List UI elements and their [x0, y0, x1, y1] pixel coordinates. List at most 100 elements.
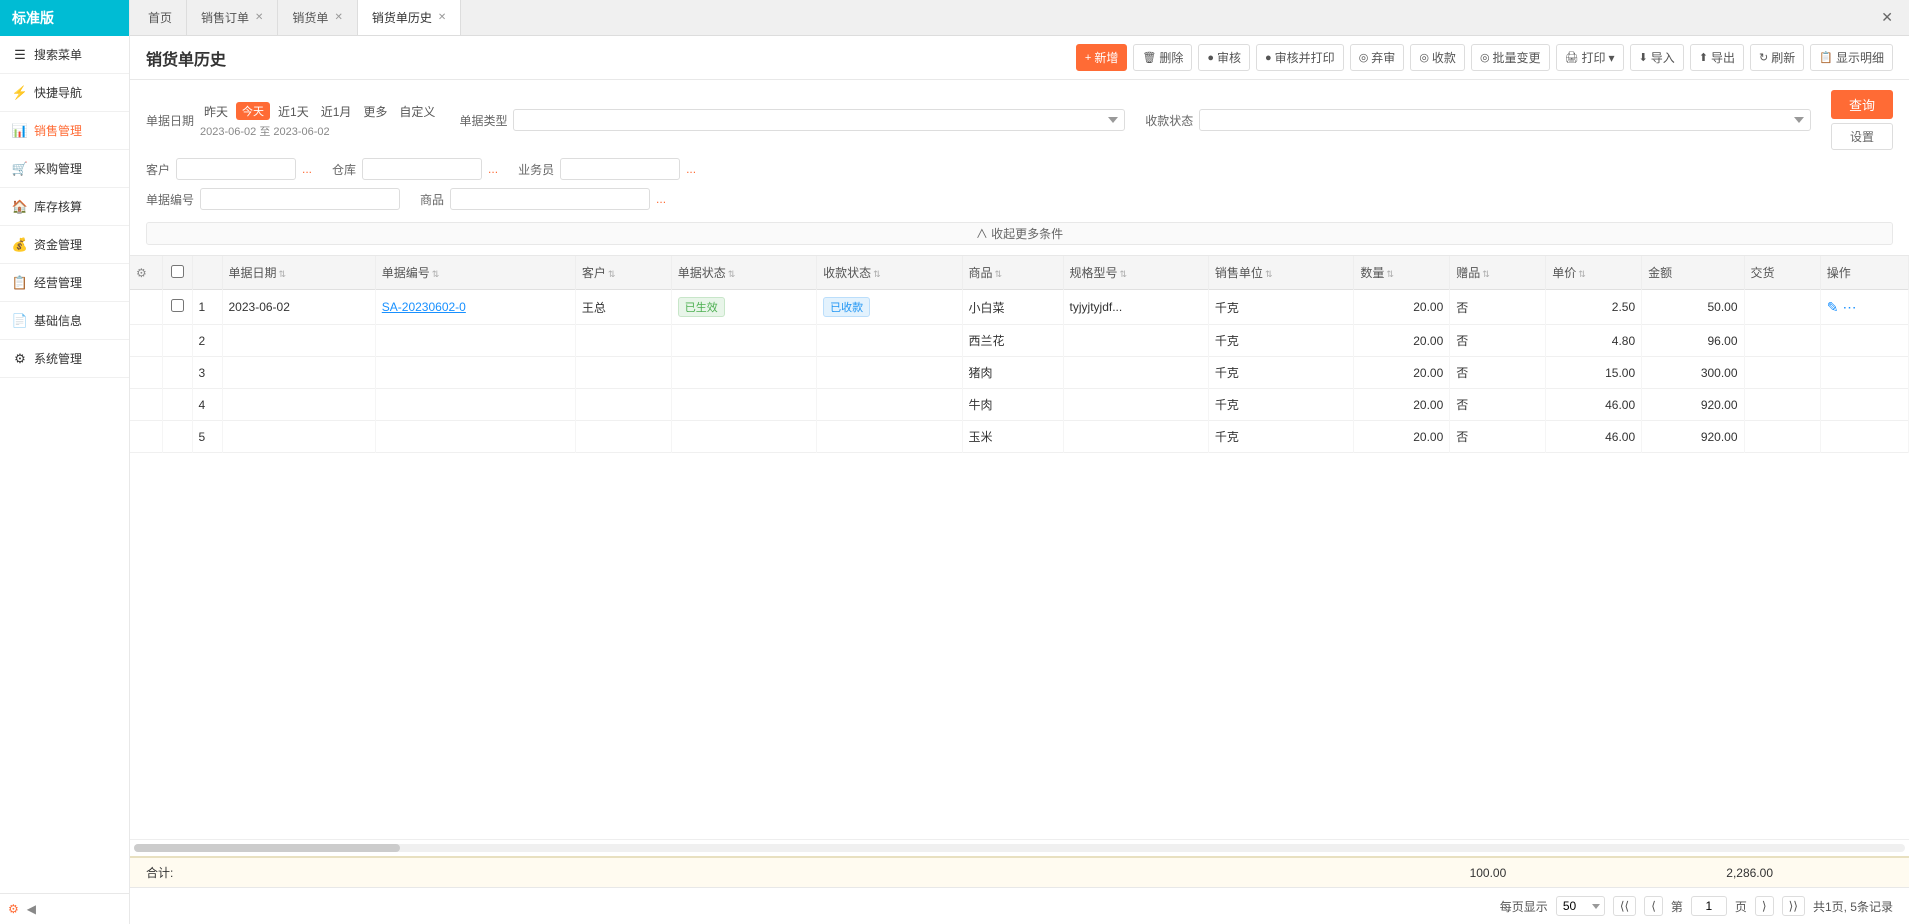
goods-picker-btn[interactable]: ...: [656, 192, 666, 206]
sidebar-settings-icon[interactable]: ⚙: [8, 902, 19, 916]
print-button[interactable]: 🖨 打印 ▾: [1556, 44, 1624, 71]
customer-picker-btn[interactable]: ...: [302, 162, 312, 176]
doc-no-link[interactable]: SA-20230602-0: [382, 300, 466, 314]
page-size-label: 每页显示: [1500, 898, 1548, 915]
col-transaction: 交货: [1744, 256, 1820, 290]
collect-button[interactable]: ◎ 收款: [1410, 44, 1465, 71]
tab-sales-order-close[interactable]: ✕: [255, 12, 263, 23]
refresh-button[interactable]: ↻ 刷新: [1750, 44, 1804, 71]
sidebar-item-search-menu[interactable]: ☰ 搜索菜单: [0, 36, 129, 74]
select-all-checkbox[interactable]: [171, 265, 184, 278]
add-button[interactable]: + 新增: [1076, 44, 1127, 71]
col-goods: 商品⇅: [962, 256, 1063, 290]
show-detail-button[interactable]: 📋 显示明细: [1810, 44, 1893, 71]
finance-icon: 💰: [12, 237, 28, 253]
goods-input[interactable]: [450, 188, 650, 210]
cell-unit: 千克: [1208, 290, 1353, 325]
tab-sales-goods[interactable]: 销货单 ✕: [278, 0, 357, 35]
tab-sales-goods-close[interactable]: ✕: [334, 12, 342, 23]
tab-home[interactable]: 首页: [134, 0, 187, 35]
cell-spec: tyjyjtyjdf...: [1063, 290, 1208, 325]
payment-status-badge: 已收款: [823, 297, 870, 317]
sidebar-item-quick-nav[interactable]: ⚡ 快捷导航: [0, 74, 129, 112]
date-label: 单据日期: [146, 112, 194, 129]
date-yesterday-btn[interactable]: 昨天: [200, 102, 232, 121]
sort-spec-icon[interactable]: ⇅: [1120, 269, 1128, 279]
export-button[interactable]: ⬆ 导出: [1690, 44, 1744, 71]
sidebar-item-operations[interactable]: 📋 经营管理: [0, 264, 129, 302]
sort-doc-status-icon[interactable]: ⇅: [728, 269, 736, 279]
page-size-select[interactable]: 50 20 100: [1556, 896, 1605, 916]
window-close-btn[interactable]: ✕: [1869, 9, 1905, 26]
date-today-btn[interactable]: 今天: [236, 102, 270, 120]
cell-gift: 否: [1450, 290, 1546, 325]
horizontal-scrollbar[interactable]: [130, 839, 1909, 856]
salesperson-picker-btn[interactable]: ...: [686, 162, 696, 176]
cell-unit: 千克: [1208, 325, 1353, 357]
payment-status-select[interactable]: [1199, 109, 1811, 131]
collapse-button[interactable]: ∧ 收起更多条件: [146, 222, 1893, 245]
cell-price: 2.50: [1546, 290, 1642, 325]
page-next-btn[interactable]: ⟩: [1755, 896, 1774, 916]
query-button[interactable]: 查询: [1831, 90, 1893, 119]
column-settings-icon[interactable]: ⚙: [136, 266, 147, 280]
set-button[interactable]: 设置: [1831, 123, 1893, 150]
date-week-btn[interactable]: 近1天: [274, 102, 313, 121]
tab-sales-history[interactable]: 销货单历史 ✕: [358, 0, 461, 35]
page-prev-btn[interactable]: ⟨: [1644, 896, 1663, 916]
tab-sales-history-close[interactable]: ✕: [438, 12, 446, 23]
sort-qty-icon[interactable]: ⇅: [1386, 269, 1394, 279]
audit-print-button[interactable]: ● 审核并打印: [1256, 44, 1344, 71]
sidebar-item-label: 搜索菜单: [34, 46, 82, 63]
sort-doc-no-icon[interactable]: ⇅: [432, 269, 440, 279]
row-more-btn[interactable]: ⋯: [1843, 299, 1857, 315]
sort-unit-icon[interactable]: ⇅: [1265, 269, 1273, 279]
import-button[interactable]: ⬇ 导入: [1630, 44, 1684, 71]
sort-doc-date-icon[interactable]: ⇅: [279, 269, 287, 279]
date-custom-btn[interactable]: 自定义: [395, 102, 439, 121]
sidebar-item-sys-mgmt[interactable]: ⚙ 系统管理: [0, 340, 129, 378]
cell-row-no: 3: [192, 357, 222, 389]
row-checkbox[interactable]: [171, 299, 184, 312]
sidebar-item-label: 系统管理: [34, 350, 82, 367]
sidebar-item-basic-info[interactable]: 📄 基础信息: [0, 302, 129, 340]
customer-input[interactable]: [176, 158, 296, 180]
sidebar-collapse-icon[interactable]: ◀: [27, 902, 36, 916]
page-last-btn[interactable]: ⟩⟩: [1782, 896, 1805, 916]
sidebar-item-inventory[interactable]: 🏠 库存核算: [0, 188, 129, 226]
tab-sales-order[interactable]: 销售订单 ✕: [187, 0, 278, 35]
date-more-btn[interactable]: 更多: [359, 102, 391, 121]
salesperson-filter: 业务员 ...: [518, 158, 696, 180]
warehouse-input[interactable]: [362, 158, 482, 180]
batch-change-icon: ◎: [1480, 51, 1490, 64]
doc-no-input[interactable]: [200, 188, 400, 210]
sort-payment-status-icon[interactable]: ⇅: [873, 269, 881, 279]
sidebar-item-sales-mgmt[interactable]: 📊 销售管理: [0, 112, 129, 150]
page-input[interactable]: [1691, 896, 1727, 916]
warehouse-picker-btn[interactable]: ...: [488, 162, 498, 176]
sort-goods-icon[interactable]: ⇅: [995, 269, 1003, 279]
page-first-btn[interactable]: ⟨⟨: [1613, 896, 1636, 916]
delete-button[interactable]: 🗑 删除: [1133, 44, 1192, 71]
tab-sales-history-label: 销货单历史: [372, 9, 432, 26]
table-section: ⚙ 单据日期⇅ 单据编号⇅ 客户⇅: [130, 256, 1909, 924]
cell-price: 46.00: [1546, 421, 1642, 453]
sidebar-item-purchase-mgmt[interactable]: 🛒 采购管理: [0, 150, 129, 188]
doc-status-badge: 已生效: [678, 297, 725, 317]
sort-price-icon[interactable]: ⇅: [1578, 269, 1586, 279]
salesperson-input[interactable]: [560, 158, 680, 180]
sort-gift-icon[interactable]: ⇅: [1482, 269, 1490, 279]
batch-change-button[interactable]: ◎ 批量变更: [1471, 44, 1550, 71]
audit-button[interactable]: ● 审核: [1198, 44, 1250, 71]
date-month-btn[interactable]: 近1月: [317, 102, 356, 121]
sort-customer-icon[interactable]: ⇅: [608, 269, 616, 279]
cell-action: ✎⋯: [1820, 290, 1908, 325]
abandon-button[interactable]: ◎ 弃审: [1350, 44, 1405, 71]
cell-transaction: [1744, 325, 1820, 357]
sidebar-item-finance[interactable]: 💰 资金管理: [0, 226, 129, 264]
doc-type-select[interactable]: [513, 109, 1125, 131]
table-container[interactable]: ⚙ 单据日期⇅ 单据编号⇅ 客户⇅: [130, 256, 1909, 839]
cell-gear: [130, 290, 162, 325]
cell-row-no: 2: [192, 325, 222, 357]
row-edit-btn[interactable]: ✎: [1827, 299, 1839, 315]
